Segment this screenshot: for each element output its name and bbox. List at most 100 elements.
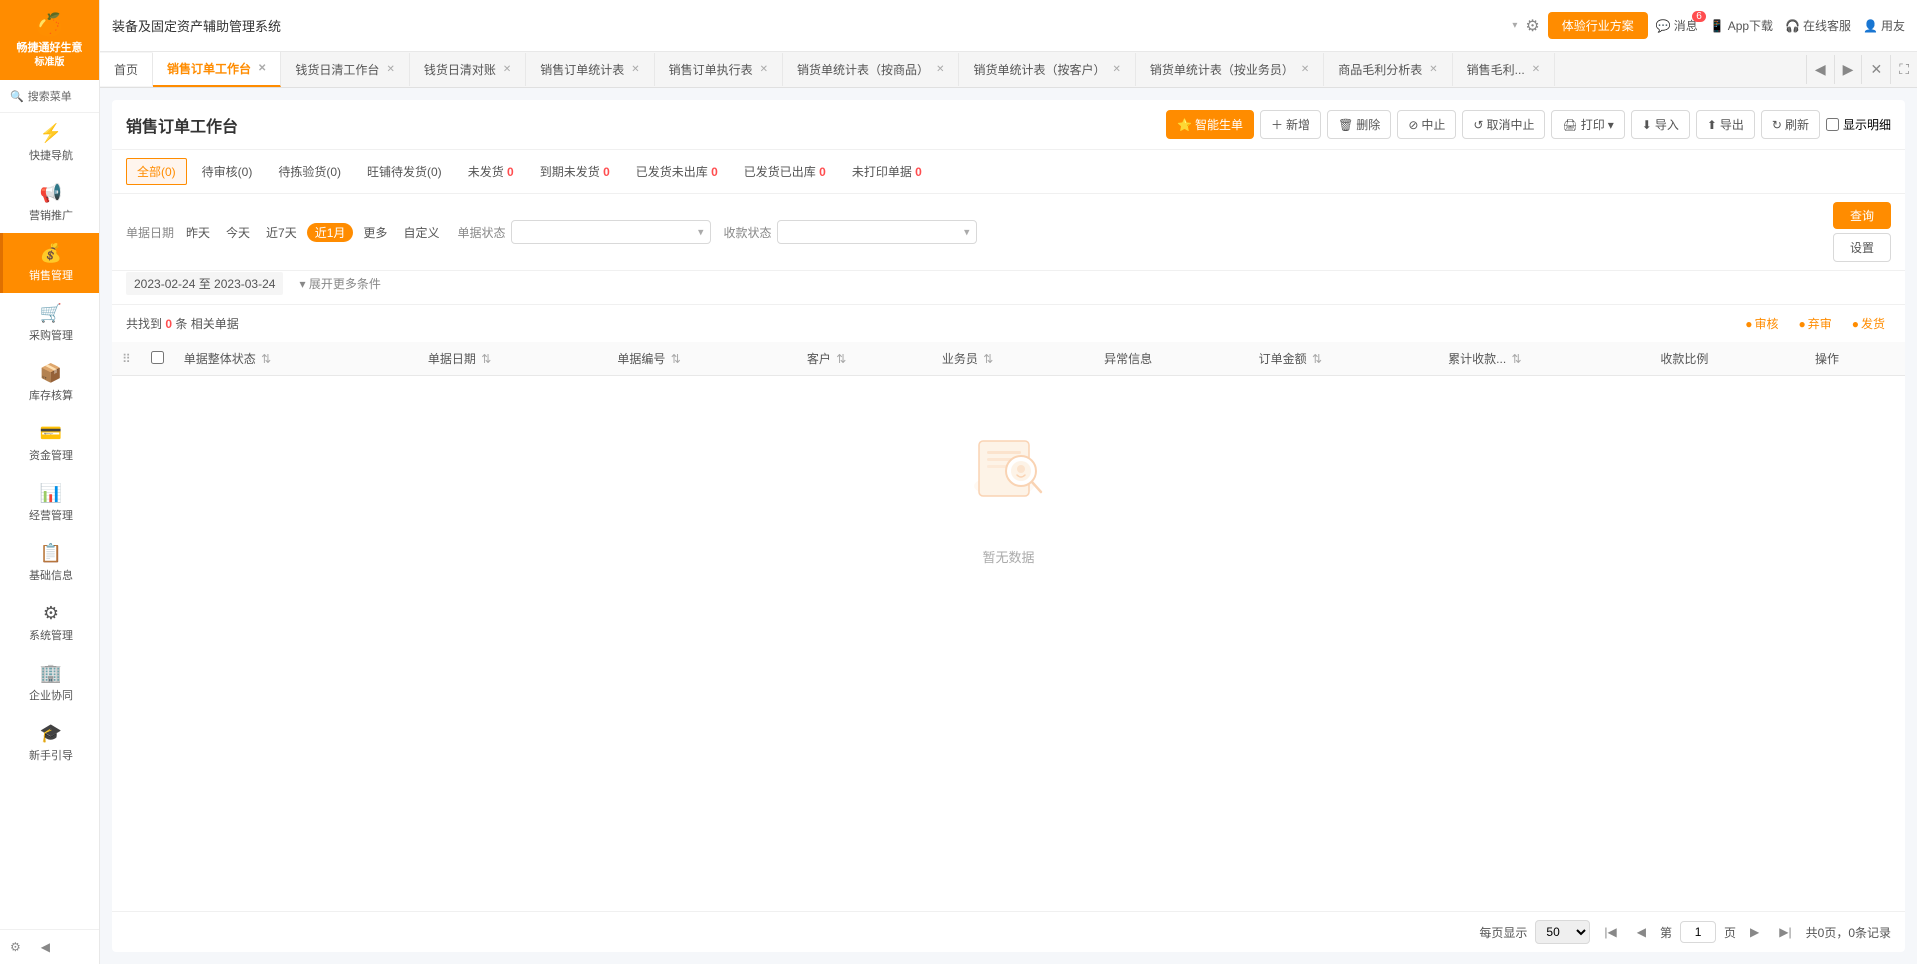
ship-btn[interactable]: ● 发货 bbox=[1846, 313, 1891, 334]
suspend-btn[interactable]: ⊘ 中止 bbox=[1397, 110, 1456, 139]
date-option-custom[interactable]: 自定义 bbox=[397, 222, 445, 243]
sidebar-item-sales[interactable]: 💰 销售管理 bbox=[0, 233, 99, 293]
tab-close-icon[interactable]: ✕ bbox=[1532, 64, 1540, 75]
tab-close-icon[interactable]: ✕ bbox=[258, 63, 266, 74]
refresh-btn[interactable]: ↻ 刷新 bbox=[1761, 110, 1820, 139]
sort-icon[interactable]: ⇅ bbox=[1312, 352, 1322, 366]
sub-tab-expired-not-shipped[interactable]: 到期未发货 0 bbox=[529, 158, 621, 185]
sort-icon[interactable]: ⇅ bbox=[481, 352, 491, 366]
date-option-7days[interactable]: 近7天 bbox=[260, 222, 303, 243]
tab-sales-stats[interactable]: 销售订单统计表 ✕ bbox=[526, 53, 654, 86]
smart-create-btn[interactable]: ⭐ 智能生单 bbox=[1166, 110, 1254, 139]
online-service-btn[interactable]: 🎧 在线客服 bbox=[1785, 17, 1851, 34]
sidebar-item-basic-info[interactable]: 📋 基础信息 bbox=[0, 533, 99, 593]
date-option-more[interactable]: 更多 bbox=[357, 222, 393, 243]
tabs-prev-btn[interactable]: ◀ bbox=[1806, 55, 1834, 84]
tab-close-icon[interactable]: ✕ bbox=[936, 64, 944, 75]
set-btn[interactable]: 设置 bbox=[1833, 233, 1891, 262]
sort-icon[interactable]: ⇅ bbox=[671, 352, 681, 366]
sub-tab-all[interactable]: 全部(0) bbox=[126, 158, 187, 185]
tab-sales-extra[interactable]: 销售毛利... ✕ bbox=[1453, 53, 1555, 86]
import-btn[interactable]: ⬇ 导入 bbox=[1631, 110, 1690, 139]
tab-sales-summary-staff[interactable]: 销货单统计表（按业务员） ✕ bbox=[1136, 53, 1324, 86]
sort-icon[interactable]: ⇅ bbox=[261, 352, 271, 366]
page-suffix: 页 bbox=[1724, 924, 1736, 941]
sidebar-item-finance[interactable]: 💳 资金管理 bbox=[0, 413, 99, 473]
delete-btn[interactable]: 🗑 删除 bbox=[1327, 110, 1391, 139]
status-select[interactable] bbox=[511, 220, 711, 244]
audit-btn[interactable]: ● 审核 bbox=[1739, 313, 1784, 334]
tab-close-icon[interactable]: ✕ bbox=[1429, 64, 1437, 75]
sort-icon[interactable]: ⇅ bbox=[1512, 352, 1522, 366]
sub-tab-not-shipped[interactable]: 未发货 0 bbox=[457, 158, 525, 185]
topbar-settings-icon[interactable]: ⚙ bbox=[1525, 16, 1539, 36]
tab-cash-account[interactable]: 钱货日清对账 ✕ bbox=[410, 53, 526, 86]
sub-tab-shipped-not-in[interactable]: 已发货未出库 0 bbox=[625, 158, 729, 185]
date-filter: 单据日期 昨天 今天 近7天 近1月 更多 自定义 bbox=[126, 222, 445, 243]
sort-icon[interactable]: ⇅ bbox=[836, 352, 846, 366]
search-btn[interactable]: 查询 bbox=[1833, 202, 1891, 229]
cancel-audit-btn[interactable]: ● 弃审 bbox=[1792, 313, 1837, 334]
sidebar-item-enterprise[interactable]: 🏢 企业协同 bbox=[0, 653, 99, 713]
print-btn[interactable]: 🖨 打印 ▾ bbox=[1551, 110, 1624, 139]
date-option-today[interactable]: 今天 bbox=[220, 222, 256, 243]
tab-sales-summary-product[interactable]: 销货单统计表（按商品） ✕ bbox=[783, 53, 959, 86]
sub-tab-wangpu[interactable]: 旺铺待发货(0) bbox=[356, 158, 453, 185]
tab-close-icon[interactable]: ✕ bbox=[386, 64, 394, 75]
per-page-select[interactable]: 50 100 200 bbox=[1535, 920, 1590, 944]
topbar-dropdown-icon[interactable]: ▾ bbox=[1512, 20, 1517, 31]
tab-sales-exec[interactable]: 销售订单执行表 ✕ bbox=[655, 53, 783, 86]
industry-solution-btn[interactable]: 体验行业方案 bbox=[1548, 12, 1648, 39]
sidebar-item-marketing[interactable]: 📢 营销推广 bbox=[0, 173, 99, 233]
collection-select[interactable] bbox=[777, 220, 977, 244]
sidebar-item-inventory[interactable]: 📦 库存核算 bbox=[0, 353, 99, 413]
cancel-suspend-btn[interactable]: ↺ 取消中止 bbox=[1462, 110, 1545, 139]
tab-home[interactable]: 首页 bbox=[100, 53, 153, 86]
page-input[interactable] bbox=[1680, 921, 1716, 943]
sidebar-item-label: 新手引导 bbox=[29, 747, 73, 763]
first-page-btn[interactable]: |◀ bbox=[1598, 922, 1622, 942]
sidebar-item-system[interactable]: ⚙ 系统管理 bbox=[0, 593, 99, 653]
tabs-next-btn[interactable]: ▶ bbox=[1834, 55, 1862, 84]
system-icon: ⚙ bbox=[43, 603, 59, 624]
tab-close-icon[interactable]: ✕ bbox=[1301, 64, 1309, 75]
sidebar-item-purchase[interactable]: 🛒 采购管理 bbox=[0, 293, 99, 353]
date-option-1month[interactable]: 近1月 bbox=[307, 223, 354, 242]
search-menu[interactable]: 🔍 搜索菜单 bbox=[0, 80, 99, 113]
date-option-yesterday[interactable]: 昨天 bbox=[180, 222, 216, 243]
tab-sales-order[interactable]: 销售订单工作台 ✕ bbox=[153, 52, 281, 87]
tab-close-icon[interactable]: ✕ bbox=[760, 64, 768, 75]
tab-close-icon[interactable]: ✕ bbox=[631, 64, 639, 75]
sidebar-settings-btn[interactable]: ⚙ bbox=[0, 930, 31, 964]
show-detail-checkbox[interactable] bbox=[1826, 118, 1839, 131]
tab-cash-daily[interactable]: 钱货日清工作台 ✕ bbox=[281, 53, 409, 86]
tab-close-icon[interactable]: ✕ bbox=[503, 64, 511, 75]
sub-tab-shipped-out[interactable]: 已发货已出库 0 bbox=[733, 158, 837, 185]
date-range-display: 2023-02-24 至 2023-03-24 bbox=[126, 272, 283, 295]
tabs-expand-btn[interactable]: ⛶ bbox=[1890, 55, 1917, 84]
select-all-checkbox[interactable] bbox=[151, 351, 164, 364]
app-download-btn[interactable]: 📱 App下载 bbox=[1710, 17, 1773, 34]
sub-tab-pending-review[interactable]: 待审核(0) bbox=[191, 158, 264, 185]
last-page-btn[interactable]: ▶| bbox=[1773, 922, 1797, 942]
tab-label: 销售订单工作台 bbox=[167, 60, 251, 77]
next-page-btn[interactable]: ▶ bbox=[1744, 922, 1765, 942]
sidebar-collapse-btn[interactable]: ◀ bbox=[31, 930, 60, 964]
tab-sales-summary-customer[interactable]: 销货单统计表（按客户） ✕ bbox=[959, 53, 1135, 86]
show-detail-label[interactable]: 显示明细 bbox=[1826, 116, 1891, 133]
sub-tab-pending-check[interactable]: 待拣验货(0) bbox=[267, 158, 352, 185]
expand-filter-btn[interactable]: ▾ 展开更多条件 bbox=[291, 271, 388, 296]
sort-icon[interactable]: ⇅ bbox=[983, 352, 993, 366]
sub-tab-not-printed[interactable]: 未打印单据 0 bbox=[841, 158, 933, 185]
add-btn[interactable]: ＋ 新增 bbox=[1260, 110, 1321, 139]
user-menu-btn[interactable]: 👤 用友 bbox=[1863, 17, 1905, 34]
message-btn[interactable]: 💬 消息 6 bbox=[1656, 17, 1698, 34]
export-btn[interactable]: ⬆ 导出 bbox=[1696, 110, 1755, 139]
sidebar-item-quick-nav[interactable]: ⚡ 快捷导航 bbox=[0, 113, 99, 173]
sidebar-item-guide[interactable]: 🎓 新手引导 bbox=[0, 713, 99, 773]
tab-product-margin[interactable]: 商品毛利分析表 ✕ bbox=[1324, 53, 1452, 86]
tab-close-icon[interactable]: ✕ bbox=[1112, 64, 1120, 75]
prev-page-btn[interactable]: ◀ bbox=[1631, 922, 1652, 942]
tabs-close-all-btn[interactable]: ✕ bbox=[1861, 55, 1890, 84]
sidebar-item-operation[interactable]: 📊 经营管理 bbox=[0, 473, 99, 533]
